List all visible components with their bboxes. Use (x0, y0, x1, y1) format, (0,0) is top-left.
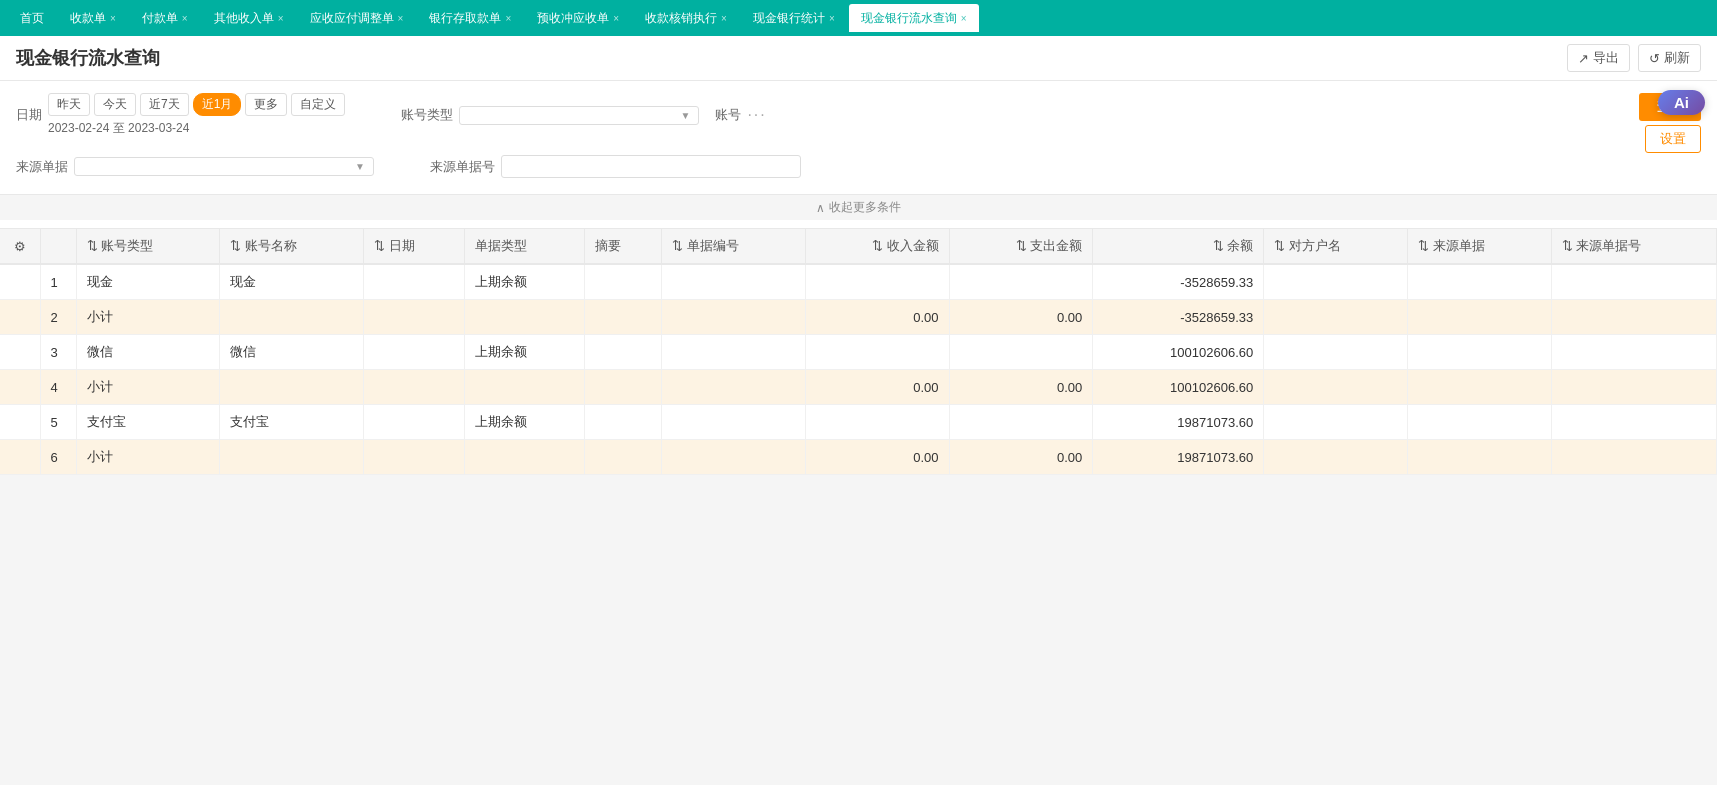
nav-tab-3[interactable]: 应收应付调整单 × (298, 4, 416, 32)
date-label: 日期 (16, 106, 42, 124)
nav-tab-7[interactable]: 现金银行统计 × (741, 4, 847, 32)
export-button[interactable]: ↗ 导出 (1567, 44, 1630, 72)
data-table: ⚙ ⇅ 账号类型 ⇅ 账号名称 ⇅ 日期 单据类型 摘要 ⇅ 单据编号 (0, 229, 1717, 475)
date-filter-col: 昨天 今天 近7天 近1月 更多 自定义 2023-02-24 至 2023-0… (48, 93, 345, 137)
table-header-row: ⚙ ⇅ 账号类型 ⇅ 账号名称 ⇅ 日期 单据类型 摘要 ⇅ 单据编号 (0, 229, 1717, 264)
filter-area: 日期 昨天 今天 近7天 近1月 更多 自定义 2023-02-24 至 202… (0, 81, 1717, 229)
ai-button[interactable]: Ai (1658, 90, 1705, 115)
date-btn-custom[interactable]: 自定义 (291, 93, 345, 116)
col-counterparty[interactable]: ⇅ 对方户名 (1264, 229, 1408, 264)
export-icon: ↗ (1578, 51, 1589, 66)
account-dots[interactable]: ··· (747, 106, 766, 124)
account-type-select[interactable]: ▼ (459, 106, 699, 125)
gear-icon[interactable]: ⚙ (14, 239, 26, 254)
filter-row-2: 来源单据 ▼ 来源单据号 (16, 155, 1615, 178)
nav-tab-2[interactable]: 其他收入单 × (202, 4, 296, 32)
close-tab-2[interactable]: × (278, 13, 284, 24)
date-btn-1month[interactable]: 近1月 (193, 93, 242, 116)
close-tab-4[interactable]: × (505, 13, 511, 24)
col-account-name[interactable]: ⇅ 账号名称 (220, 229, 364, 264)
close-tab-6[interactable]: × (721, 13, 727, 24)
table-row[interactable]: 3微信微信上期余额100102606.60 (0, 335, 1717, 370)
refresh-icon: ↺ (1649, 51, 1660, 66)
nav-tab-0[interactable]: 收款单 × (58, 4, 128, 32)
date-filter-group: 日期 昨天 今天 近7天 近1月 更多 自定义 2023-02-24 至 202… (16, 93, 345, 137)
nav-tab-8[interactable]: 现金银行流水查询 × (849, 4, 979, 32)
table-row[interactable]: 4小计0.000.00100102606.60 (0, 370, 1717, 405)
close-tab-7[interactable]: × (829, 13, 835, 24)
date-btn-yesterday[interactable]: 昨天 (48, 93, 90, 116)
col-settings[interactable]: ⚙ (0, 229, 40, 264)
header-actions: ↗ 导出 ↺ 刷新 (1567, 44, 1701, 72)
close-tab-1[interactable]: × (182, 13, 188, 24)
col-summary: 摘要 (584, 229, 661, 264)
close-tab-8[interactable]: × (961, 13, 967, 24)
nav-tab-5[interactable]: 预收冲应收单 × (525, 4, 631, 32)
table-row[interactable]: 6小计0.000.0019871073.60 (0, 440, 1717, 475)
account-filter-group: 账号 ··· (715, 106, 766, 124)
col-account-type[interactable]: ⇅ 账号类型 (76, 229, 220, 264)
collapse-label: 收起更多条件 (829, 199, 901, 216)
source-doc-filter-group: 来源单据 ▼ (16, 157, 374, 176)
table-row[interactable]: 2小计0.000.00-3528659.33 (0, 300, 1717, 335)
date-range: 2023-02-24 至 2023-03-24 (48, 120, 345, 137)
table-body: 1现金现金上期余额-3528659.332小计0.000.00-3528659.… (0, 264, 1717, 475)
close-tab-3[interactable]: × (398, 13, 404, 24)
col-expense[interactable]: ⇅ 支出金额 (949, 229, 1093, 264)
close-tab-0[interactable]: × (110, 13, 116, 24)
top-nav: 首页 收款单 × 付款单 × 其他收入单 × 应收应付调整单 × 银行存取款单 … (0, 0, 1717, 36)
account-type-filter-group: 账号类型 ▼ (401, 106, 699, 125)
filter-row-1: 日期 昨天 今天 近7天 近1月 更多 自定义 2023-02-24 至 202… (16, 93, 1615, 137)
account-type-label: 账号类型 (401, 106, 453, 124)
source-doc-label: 来源单据 (16, 158, 68, 176)
date-btn-7days[interactable]: 近7天 (140, 93, 189, 116)
settings-button[interactable]: 设置 (1645, 125, 1701, 153)
source-doc-no-input[interactable] (501, 155, 801, 178)
nav-tab-6[interactable]: 收款核销执行 × (633, 4, 739, 32)
account-label: 账号 (715, 106, 741, 124)
col-income[interactable]: ⇅ 收入金额 (805, 229, 949, 264)
table-row[interactable]: 5支付宝支付宝上期余额19871073.60 (0, 405, 1717, 440)
date-btn-today[interactable]: 今天 (94, 93, 136, 116)
page-header: 现金银行流水查询 ↗ 导出 ↺ 刷新 (0, 36, 1717, 81)
page-title: 现金银行流水查询 (16, 46, 160, 70)
col-balance[interactable]: ⇅ 余额 (1093, 229, 1264, 264)
nav-home[interactable]: 首页 (8, 10, 56, 27)
source-doc-no-label: 来源单据号 (430, 158, 495, 176)
chevron-up-icon: ∧ (816, 201, 825, 215)
nav-tab-4[interactable]: 银行存取款单 × (417, 4, 523, 32)
table-container: ⚙ ⇅ 账号类型 ⇅ 账号名称 ⇅ 日期 单据类型 摘要 ⇅ 单据编号 (0, 229, 1717, 475)
nav-tab-1[interactable]: 付款单 × (130, 4, 200, 32)
col-doc-no[interactable]: ⇅ 单据编号 (662, 229, 806, 264)
col-index (40, 229, 76, 264)
date-shortcuts: 昨天 今天 近7天 近1月 更多 自定义 (48, 93, 345, 116)
col-date[interactable]: ⇅ 日期 (364, 229, 465, 264)
col-doc-type: 单据类型 (465, 229, 585, 264)
table-row[interactable]: 1现金现金上期余额-3528659.33 (0, 264, 1717, 300)
date-btn-more[interactable]: 更多 (245, 93, 287, 116)
col-source-doc[interactable]: ⇅ 来源单据 (1407, 229, 1551, 264)
source-doc-no-filter-group: 来源单据号 (430, 155, 801, 178)
close-tab-5[interactable]: × (613, 13, 619, 24)
col-source-doc-no[interactable]: ⇅ 来源单据号 (1551, 229, 1716, 264)
chevron-down-icon: ▼ (680, 110, 690, 121)
refresh-button[interactable]: ↺ 刷新 (1638, 44, 1701, 72)
source-doc-select[interactable]: ▼ (74, 157, 374, 176)
collapse-bar[interactable]: ∧ 收起更多条件 (0, 194, 1717, 220)
chevron-down-icon-2: ▼ (355, 161, 365, 172)
